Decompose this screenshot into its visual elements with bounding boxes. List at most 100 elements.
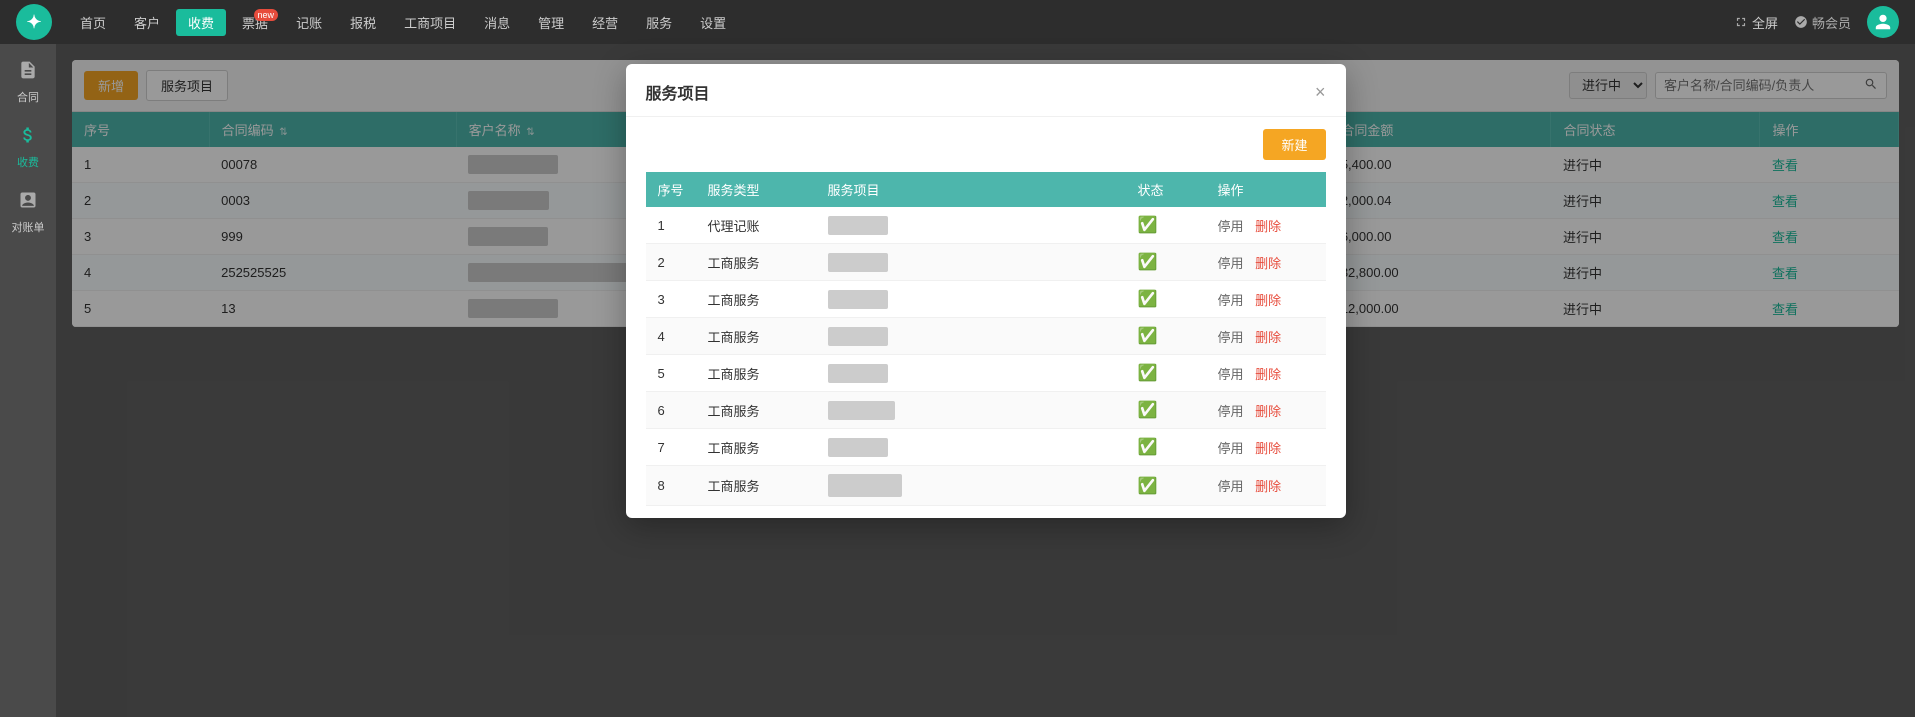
sidebar: 合同 收费 对账单 [0, 44, 56, 717]
modal-cell-index: 8 [646, 466, 696, 506]
modal-cell-action: 停用 删除 [1206, 429, 1326, 466]
modal-cell-action: 停用 删除 [1206, 207, 1326, 244]
status-check-icon: ✅ [1138, 439, 1158, 456]
nav-billing[interactable]: 收费 [176, 9, 226, 36]
modal-cell-item: ████注册 [816, 466, 1126, 506]
top-nav-right: 全屏 畅会员 [1734, 6, 1899, 38]
modal-table-wrapper: 序号 服务类型 服务项目 状态 操作 1 代理记账 ████1 ✅ 停用 [646, 172, 1326, 506]
modal-table-row: 3 工商服务 ████ ✅ 停用 删除 [646, 281, 1326, 318]
modal-cell-status: ✅ [1126, 281, 1206, 318]
modal-cell-status: ✅ [1126, 392, 1206, 429]
reconcile-icon [18, 190, 38, 215]
modal-cell-item: ███ [816, 318, 1126, 355]
modal-cell-status: ✅ [1126, 466, 1206, 506]
modal-cell-type: 工商服务 [696, 392, 816, 429]
nav-customer[interactable]: 客户 [122, 9, 172, 36]
modal-cell-action: 停用 删除 [1206, 244, 1326, 281]
delete-button[interactable]: 删除 [1255, 293, 1281, 308]
modal-cell-status: ✅ [1126, 429, 1206, 466]
stop-button[interactable]: 停用 [1218, 441, 1244, 456]
top-navigation: ✦ 首页 客户 收费 票据 new 记账 报税 工商项目 消息 管理 经营 服务… [0, 0, 1915, 44]
stop-button[interactable]: 停用 [1218, 404, 1244, 419]
status-check-icon: ✅ [1138, 254, 1158, 271]
nav-bookkeeping[interactable]: 记账 [284, 9, 334, 36]
nav-service[interactable]: 服务 [634, 9, 684, 36]
nav-business[interactable]: 工商项目 [392, 9, 468, 36]
status-check-icon: ✅ [1138, 478, 1158, 495]
sidebar-item-reconcile[interactable]: 对账单 [4, 182, 52, 243]
app-logo: ✦ [16, 4, 52, 40]
modal-header: 服务项目 × [626, 64, 1346, 117]
stop-button[interactable]: 停用 [1218, 293, 1244, 308]
delete-button[interactable]: 删除 [1255, 367, 1281, 382]
modal-table-row: 4 工商服务 ███ ✅ 停用 删除 [646, 318, 1326, 355]
service-items-modal: 服务项目 × 新建 序号 服务类型 服务项目 [626, 64, 1346, 518]
delete-button[interactable]: 删除 [1255, 479, 1281, 494]
member-icon [1794, 15, 1808, 29]
status-check-icon: ✅ [1138, 291, 1158, 308]
nav-tax[interactable]: 报税 [338, 9, 388, 36]
modal-table-row: 2 工商服务 ████ ✅ 停用 删除 [646, 244, 1326, 281]
stop-button[interactable]: 停用 [1218, 479, 1244, 494]
delete-button[interactable]: 删除 [1255, 441, 1281, 456]
contract-icon [18, 60, 38, 85]
modal-new-button[interactable]: 新建 [1263, 129, 1325, 160]
modal-cell-type: 工商服务 [696, 318, 816, 355]
delete-button[interactable]: 删除 [1255, 404, 1281, 419]
modal-col-index: 序号 [646, 172, 696, 207]
sidebar-item-contract[interactable]: 合同 [4, 52, 52, 113]
status-check-icon: ✅ [1138, 365, 1158, 382]
fullscreen-label[interactable]: 全屏 [1734, 13, 1778, 32]
modal-cell-type: 工商服务 [696, 281, 816, 318]
modal-cell-type: 工商服务 [696, 244, 816, 281]
sidebar-label-billing: 收费 [17, 154, 39, 170]
user-avatar[interactable] [1867, 6, 1899, 38]
modal-cell-item: ████ [816, 281, 1126, 318]
delete-button[interactable]: 删除 [1255, 330, 1281, 345]
nav-home[interactable]: 首页 [68, 9, 118, 36]
nav-operation[interactable]: 经营 [580, 9, 630, 36]
new-badge: new [254, 9, 279, 21]
modal-cell-index: 5 [646, 355, 696, 392]
modal-table-row: 1 代理记账 ████1 ✅ 停用 删除 [646, 207, 1326, 244]
nav-management[interactable]: 管理 [526, 9, 576, 36]
modal-cell-index: 2 [646, 244, 696, 281]
modal-table-row: 6 工商服务 ██████ ✅ 停用 删除 [646, 392, 1326, 429]
member-label[interactable]: 畅会员 [1794, 13, 1851, 32]
status-check-icon: ✅ [1138, 328, 1158, 345]
modal-cell-action: 停用 删除 [1206, 355, 1326, 392]
sidebar-item-billing[interactable]: 收费 [4, 117, 52, 178]
status-check-icon: ✅ [1138, 402, 1158, 419]
modal-col-status: 状态 [1126, 172, 1206, 207]
modal-cell-item: ████ [816, 355, 1126, 392]
sidebar-label-contract: 合同 [17, 89, 39, 105]
modal-cell-type: 工商服务 [696, 429, 816, 466]
modal-cell-type: 工商服务 [696, 355, 816, 392]
main-layout: 合同 收费 对账单 新增 服务项目 进行中 已完成 [0, 44, 1915, 717]
modal-cell-status: ✅ [1126, 244, 1206, 281]
nav-settings[interactable]: 设置 [688, 9, 738, 36]
delete-button[interactable]: 删除 [1255, 256, 1281, 271]
nav-message[interactable]: 消息 [472, 9, 522, 36]
billing-icon [18, 125, 38, 150]
fullscreen-icon [1734, 15, 1748, 29]
modal-cell-type: 代理记账 [696, 207, 816, 244]
modal-col-type: 服务类型 [696, 172, 816, 207]
modal-close-button[interactable]: × [1315, 83, 1326, 101]
avatar-icon [1874, 13, 1892, 31]
nav-invoice[interactable]: 票据 new [230, 9, 280, 36]
stop-button[interactable]: 停用 [1218, 256, 1244, 271]
modal-cell-action: 停用 删除 [1206, 318, 1326, 355]
modal-cell-item: ████ [816, 244, 1126, 281]
modal-cell-status: ✅ [1126, 355, 1206, 392]
modal-col-action: 操作 [1206, 172, 1326, 207]
stop-button[interactable]: 停用 [1218, 330, 1244, 345]
modal-cell-item: ██████ [816, 392, 1126, 429]
sidebar-label-reconcile: 对账单 [12, 219, 45, 235]
modal-table-row: 5 工商服务 ████ ✅ 停用 删除 [646, 355, 1326, 392]
modal-cell-status: ✅ [1126, 318, 1206, 355]
stop-button[interactable]: 停用 [1218, 219, 1244, 234]
stop-button[interactable]: 停用 [1218, 367, 1244, 382]
modal-cell-item: ████1 [816, 207, 1126, 244]
delete-button[interactable]: 删除 [1255, 219, 1281, 234]
